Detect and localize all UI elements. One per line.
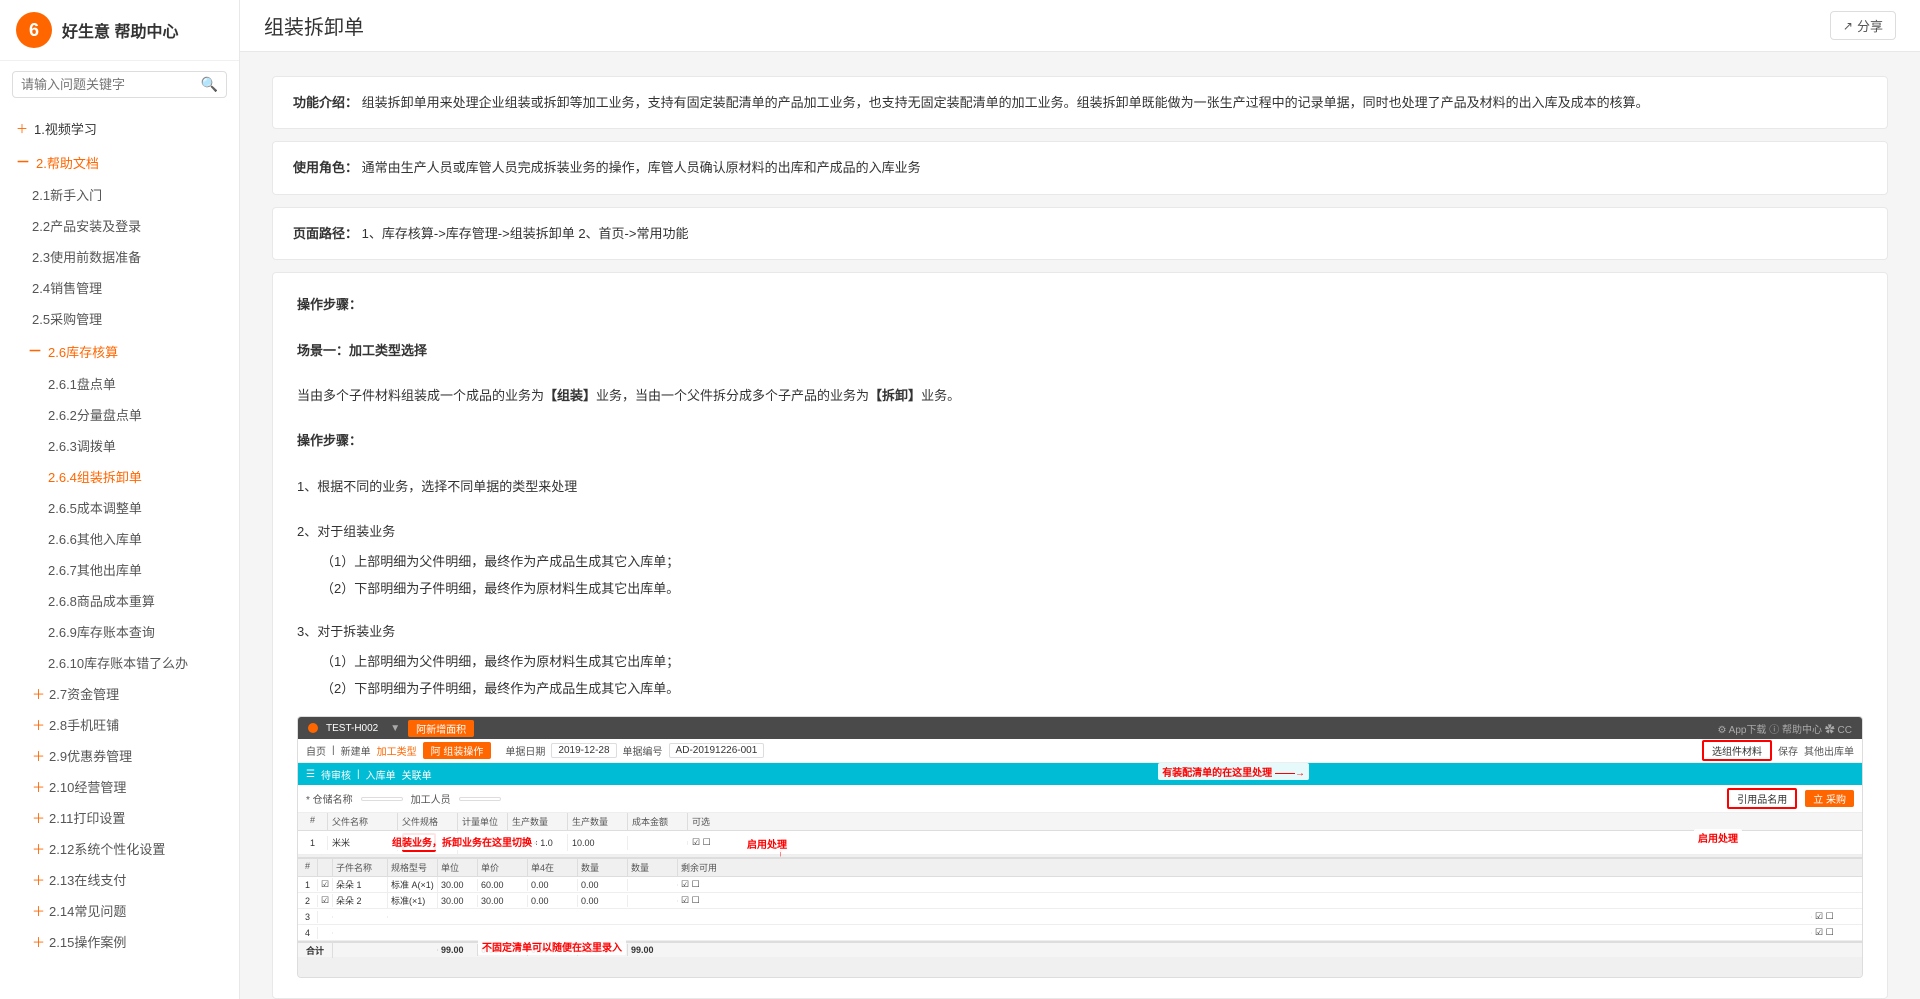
sidebar-item-print[interactable]: ＋2.11打印设置 bbox=[0, 802, 239, 833]
search-input[interactable] bbox=[21, 77, 201, 92]
search-box[interactable]: 🔍 bbox=[12, 71, 227, 98]
sidebar-item-ops[interactable]: ＋2.10经营管理 bbox=[0, 771, 239, 802]
step2: 2、对于组装业务 bbox=[297, 520, 1863, 543]
annotation-bom: 有装配清单的在这里处理 ——→ bbox=[1158, 763, 1309, 780]
sidebar-item-purchase[interactable]: 2.5采购管理 bbox=[0, 303, 239, 334]
sidebar-item-inventory[interactable]: － 2.6库存核算 bbox=[0, 334, 239, 368]
step3-sub1: （1）上部明细为父件明细，最终作为原材料生成其它出库单； bbox=[297, 650, 1863, 673]
sidebar-item-other-in[interactable]: 2.6.6其他入库单 bbox=[0, 523, 239, 554]
func-intro-block: 功能介绍： 组装拆卸单用来处理企业组装或拆卸等加工业务，支持有固定装配清单的产品… bbox=[272, 76, 1888, 129]
path-label: 页面路径： bbox=[293, 226, 358, 241]
steps-block: 操作步骤： 场景一：加工类型选择 当由多个子件材料组装成一个成品的业务为【组装】… bbox=[272, 272, 1888, 999]
sidebar-item-sales[interactable]: 2.4销售管理 bbox=[0, 272, 239, 303]
sidebar-item-new[interactable]: 2.1新手入门 bbox=[0, 179, 239, 210]
content-area: 功能介绍： 组装拆卸单用来处理企业组装或拆卸等加工业务，支持有固定装配清单的产品… bbox=[240, 52, 1920, 999]
app-screenshot: TEST-H002 ▼ 阿新增面积 ⚙ App下载 ⓘ 帮助中心 ✿ CC 自页… bbox=[297, 716, 1863, 978]
sidebar-item-label: 2.6库存核算 bbox=[48, 342, 118, 361]
sidebar-item-label: 2.帮助文档 bbox=[36, 153, 99, 172]
sidebar-item-cash[interactable]: ＋2.7资金管理 bbox=[0, 678, 239, 709]
sidebar-item-cost-adjust[interactable]: 2.6.5成本调整单 bbox=[0, 492, 239, 523]
annotation-switch: 组装业务，拆卸业务在这里切换 bbox=[388, 833, 536, 850]
minus-icon: － bbox=[16, 152, 30, 172]
sidebar-item-mobile[interactable]: ＋2.8手机旺铺 bbox=[0, 709, 239, 740]
func-intro-label: 功能介绍： bbox=[293, 95, 358, 110]
sidebar-item-faq[interactable]: ＋2.14常见问题 bbox=[0, 895, 239, 926]
ops-label: 操作步骤： bbox=[297, 297, 362, 312]
annotation-free-input: 不固定清单可以随便在这里录入 bbox=[478, 938, 626, 955]
sidebar-item-docs[interactable]: － 2.帮助文档 bbox=[0, 145, 239, 179]
path-text: 1、库存核算->库存管理->组装拆卸单 2、首页->常用功能 bbox=[362, 226, 689, 241]
step2-sub2: （2）下部明细为子件明细，最终作为原材料生成其它出库单。 bbox=[297, 577, 1863, 600]
sidebar-item-split-check[interactable]: 2.6.2分量盘点单 bbox=[0, 399, 239, 430]
role-block: 使用角色： 通常由生产人员或库管人员完成拆装业务的操作，库管人员确认原材料的出库… bbox=[272, 141, 1888, 194]
sidebar-item-data[interactable]: 2.3使用前数据准备 bbox=[0, 241, 239, 272]
sidebar: 6 好生意 帮助中心 🔍 ＋ 1.视频学习 － 2.帮助文档 2.1新手入门 2… bbox=[0, 0, 240, 999]
annotation-bill-type: 选组件材料 bbox=[1702, 740, 1772, 761]
sidebar-item-inv-check[interactable]: 2.6.9库存账本查询 bbox=[0, 616, 239, 647]
step3-sub2: （2）下部明细为子件明细，最终作为产成品生成其它入库单。 bbox=[297, 677, 1863, 700]
sidebar-item-coupon[interactable]: ＋2.9优惠券管理 bbox=[0, 740, 239, 771]
sidebar-item-adjust[interactable]: 2.6.3调拨单 bbox=[0, 430, 239, 461]
step1: 1、根据不同的业务，选择不同单据的类型来处理 bbox=[297, 475, 1863, 498]
share-button[interactable]: ↗ 分享 bbox=[1830, 11, 1896, 40]
sidebar-item-cases[interactable]: ＋2.15操作案例 bbox=[0, 926, 239, 957]
sidebar-item-other-out[interactable]: 2.6.7其他出库单 bbox=[0, 554, 239, 585]
topbar: 组装拆卸单 ↗ 分享 bbox=[240, 0, 1920, 52]
role-label: 使用角色： bbox=[293, 160, 358, 175]
sidebar-item-goods-cost[interactable]: 2.6.8商品成本重算 bbox=[0, 585, 239, 616]
sidebar-header: 6 好生意 帮助中心 bbox=[0, 0, 239, 61]
annotation-enable: 引用品名用 bbox=[1727, 788, 1797, 809]
app-titlebar-text: TEST-H002 bbox=[326, 723, 378, 734]
role-text: 通常由生产人员或库管人员完成拆装业务的操作，库管人员确认原材料的出库和产成品的入… bbox=[362, 160, 921, 175]
sidebar-item-personalize[interactable]: ＋2.12系统个性化设置 bbox=[0, 833, 239, 864]
step3: 3、对于拆装业务 bbox=[297, 620, 1863, 643]
scene1-desc: 当由多个子件材料组装成一个成品的业务为【组装】业务，当由一个父件拆分成多个子产品… bbox=[297, 384, 1863, 407]
minus-icon-inv: － bbox=[28, 341, 42, 361]
func-intro-text: 组装拆卸单用来处理企业组装或拆卸等加工业务，支持有固定装配清单的产品加工业务，也… bbox=[362, 95, 1649, 110]
logo-icon: 6 bbox=[16, 12, 52, 48]
ops-steps-label: 操作步骤： bbox=[297, 433, 362, 448]
plus-icon: ＋ bbox=[16, 120, 28, 137]
share-icon: ↗ bbox=[1843, 19, 1853, 33]
new-btn: 阿新增面积 bbox=[408, 720, 474, 737]
path-block: 页面路径： 1、库存核算->库存管理->组装拆卸单 2、首页->常用功能 bbox=[272, 207, 1888, 260]
page-title: 组装拆卸单 bbox=[264, 11, 364, 40]
step2-sub1: （1）上部明细为父件明细，最终作为产成品生成其它入库单； bbox=[297, 550, 1863, 573]
sidebar-item-label: 1.视频学习 bbox=[34, 119, 97, 138]
nav-section: ＋ 1.视频学习 － 2.帮助文档 2.1新手入门 2.2产品安装及登录 2.3… bbox=[0, 108, 239, 961]
scene1-label: 场景一：加工类型选择 bbox=[297, 343, 427, 358]
sidebar-item-assemble[interactable]: 2.6.4组装拆卸单 bbox=[0, 461, 239, 492]
annotation-enable-2: 启用处理 bbox=[743, 835, 791, 852]
main-content: 组装拆卸单 ↗ 分享 功能介绍： 组装拆卸单用来处理企业组装或拆卸等加工业务，支… bbox=[240, 0, 1920, 999]
app-title: 好生意 帮助中心 bbox=[62, 18, 178, 42]
search-icon[interactable]: 🔍 bbox=[201, 76, 218, 93]
sidebar-item-install[interactable]: 2.2产品安装及登录 bbox=[0, 210, 239, 241]
sidebar-item-inv-error[interactable]: 2.6.10库存账本错了么办 bbox=[0, 647, 239, 678]
sidebar-item-online-pay[interactable]: ＋2.13在线支付 bbox=[0, 864, 239, 895]
annotation-enable-label: 启用处理 bbox=[1694, 829, 1742, 846]
sidebar-item-check[interactable]: 2.6.1盘点单 bbox=[0, 368, 239, 399]
sidebar-item-video[interactable]: ＋ 1.视频学习 bbox=[0, 112, 239, 145]
